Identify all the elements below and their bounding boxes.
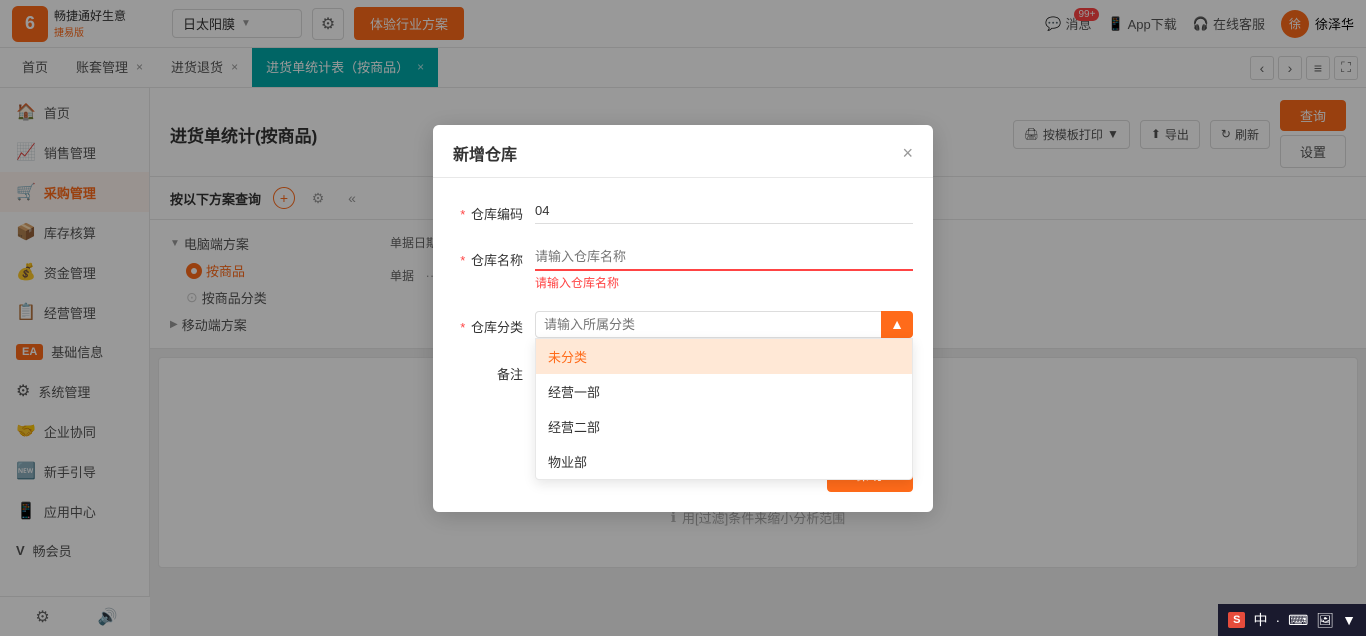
- dropdown-arrow-icon[interactable]: ▼: [1342, 612, 1356, 628]
- image-icon[interactable]: 🖼: [1316, 612, 1334, 629]
- warehouse-category-input[interactable]: [535, 311, 913, 338]
- notes-label-text: 备注: [497, 367, 523, 382]
- category-label: * 仓库分类: [453, 311, 523, 336]
- form-row-category: * 仓库分类 ▲ 未分类 经营一部 经营二部 物业部: [453, 311, 913, 338]
- notes-label: 备注: [453, 358, 523, 383]
- s-logo-icon: S: [1228, 612, 1245, 628]
- name-label: * 仓库名称: [453, 244, 523, 269]
- category-input-wrap: ▲ 未分类 经营一部 经营二部 物业部: [535, 311, 913, 338]
- name-label-text: 仓库名称: [471, 253, 523, 268]
- dialog-header: 新增仓库 ×: [433, 125, 933, 178]
- category-option-unclassified[interactable]: 未分类: [536, 339, 912, 374]
- dot-separator: ·: [1275, 612, 1280, 628]
- category-dropdown: 未分类 经营一部 经营二部 物业部: [535, 338, 913, 480]
- code-label: * 仓库编码: [453, 198, 523, 223]
- dialog-close-button[interactable]: ×: [902, 144, 913, 162]
- keyboard-icon[interactable]: ⌨: [1288, 612, 1308, 629]
- dialog-overlay: 新增仓库 × * 仓库编码 * 仓库名称: [0, 0, 1366, 636]
- code-label-text: 仓库编码: [471, 207, 523, 222]
- required-star-name: *: [460, 253, 465, 268]
- form-row-name: * 仓库名称 请输入仓库名称: [453, 244, 913, 291]
- category-label-text: 仓库分类: [471, 320, 523, 335]
- required-star-category: *: [460, 320, 465, 335]
- chinese-input-icon[interactable]: 中: [1253, 610, 1267, 630]
- category-option-operations1[interactable]: 经营一部: [536, 374, 912, 409]
- form-row-code: * 仓库编码: [453, 198, 913, 224]
- name-input-wrap: 请输入仓库名称: [535, 244, 913, 291]
- name-error-text: 请输入仓库名称: [535, 274, 913, 291]
- code-input-wrap: [535, 198, 913, 224]
- required-star-code: *: [460, 207, 465, 222]
- warehouse-code-input[interactable]: [535, 198, 913, 224]
- warehouse-name-input[interactable]: [535, 244, 913, 271]
- dialog-title: 新增仓库: [453, 141, 517, 165]
- category-option-property[interactable]: 物业部: [536, 444, 912, 479]
- dialog-body: * 仓库编码 * 仓库名称 请输入仓库名称: [433, 178, 933, 421]
- category-toggle-button[interactable]: ▲: [881, 311, 913, 338]
- category-option-operations2[interactable]: 经营二部: [536, 409, 912, 444]
- add-warehouse-dialog: 新增仓库 × * 仓库编码 * 仓库名称: [433, 125, 933, 512]
- status-bar: S 中 · ⌨ 🖼 ▼: [1218, 604, 1366, 636]
